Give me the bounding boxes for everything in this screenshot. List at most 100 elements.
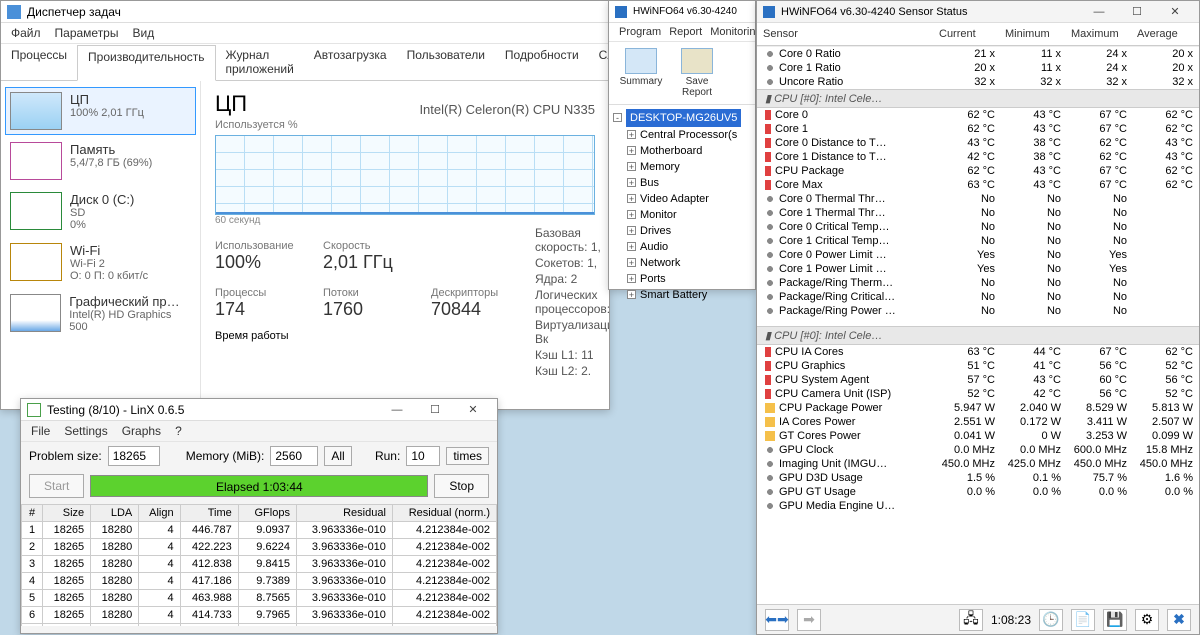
sensor-row[interactable]: Core 0 Distance to T…43 °C38 °C62 °C43 °… <box>757 136 1199 150</box>
copy-icon[interactable]: 📄 <box>1071 609 1095 631</box>
linx-col[interactable]: GFlops <box>238 505 296 522</box>
col-current[interactable]: Current <box>935 24 1001 44</box>
close-button[interactable]: ✕ <box>455 400 491 420</box>
network-icon[interactable]: 🖧 <box>959 609 983 631</box>
stop-button[interactable]: Stop <box>434 474 489 498</box>
sensor-row[interactable]: Imaging Unit (IMGU…450.0 MHz425.0 MHz450… <box>757 457 1199 471</box>
tab-details[interactable]: Подробности <box>495 44 589 80</box>
tree-node[interactable]: +Smart Battery <box>613 287 751 303</box>
all-button[interactable]: All <box>324 446 351 466</box>
sensor-row[interactable]: CPU Package62 °C43 °C67 °C62 °C <box>757 164 1199 178</box>
sens-max-button[interactable]: ☐ <box>1119 2 1155 22</box>
sensor-row[interactable]: Package/Ring Critical…NoNoNo <box>757 290 1199 304</box>
table-row[interactable]: 518265182804463.9888.75653.963336e-0104.… <box>22 590 497 607</box>
col-sensor[interactable]: Sensor <box>759 24 935 44</box>
tree-node[interactable]: +Monitor <box>613 207 751 223</box>
side-wifi[interactable]: Wi-Fi Wi-Fi 2 О: 0 П: 0 кбит/с <box>5 238 196 287</box>
table-row[interactable]: 618265182804414.7339.79653.963336e-0104.… <box>22 607 497 624</box>
sensor-row[interactable]: Core 1 Critical Temp…NoNoNo <box>757 234 1199 248</box>
sensor-row[interactable]: GPU Clock0.0 MHz0.0 MHz600.0 MHz15.8 MHz <box>757 443 1199 457</box>
summary-button[interactable]: Summary <box>617 48 665 98</box>
sensors-titlebar[interactable]: HWiNFO64 v6.30-4240 Sensor Status — ☐ ✕ <box>757 1 1199 23</box>
save-report-button[interactable]: Save Report <box>673 48 721 98</box>
table-row[interactable]: 218265182804422.2239.62243.963336e-0104.… <box>22 539 497 556</box>
sensor-row[interactable]: Core Max63 °C43 °C67 °C62 °C <box>757 178 1199 192</box>
tab-apphistory[interactable]: Журнал приложений <box>216 44 304 80</box>
sensor-row[interactable]: GT Cores Power0.041 W0 W3.253 W0.099 W <box>757 429 1199 443</box>
sensor-row[interactable]: CPU Graphics51 °C41 °C56 °C52 °C <box>757 359 1199 373</box>
sensor-row[interactable]: Core 0 Ratio21 x11 x24 x20 x <box>757 47 1199 61</box>
menu-view[interactable]: Вид <box>132 26 154 40</box>
sensor-row[interactable]: Package/Ring Therm…NoNoNo <box>757 276 1199 290</box>
taskmgr-titlebar[interactable]: Диспетчер задач <box>1 1 609 23</box>
tree-node[interactable]: +Drives <box>613 223 751 239</box>
sensor-row[interactable]: IA Cores Power2.551 W0.172 W3.411 W2.507… <box>757 415 1199 429</box>
sensor-row[interactable]: Core 0 Critical Temp…NoNoNo <box>757 220 1199 234</box>
tree-node[interactable]: +Network <box>613 255 751 271</box>
table-row[interactable]: 418265182804417.1869.73893.963336e-0104.… <box>22 573 497 590</box>
sensors-body[interactable]: Core 0 Ratio21 x11 x24 x20 xCore 1 Ratio… <box>757 46 1199 602</box>
hw-menu-program[interactable]: Program <box>619 26 661 38</box>
tree-root[interactable]: DESKTOP-MG26UV5 <box>626 109 741 127</box>
tab-performance[interactable]: Производительность <box>77 45 215 81</box>
sensor-row[interactable]: Core 0 Power Limit …YesNoYes <box>757 248 1199 262</box>
side-memory[interactable]: Память 5,4/7,8 ГБ (69%) <box>5 137 196 185</box>
sensor-row[interactable]: CPU System Agent57 °C43 °C60 °C56 °C <box>757 373 1199 387</box>
sensor-row[interactable]: Core 1 Power Limit …YesNoYes <box>757 262 1199 276</box>
tree-node[interactable]: +Ports <box>613 271 751 287</box>
linx-menu-settings[interactable]: Settings <box>64 424 107 438</box>
tree-node[interactable]: +Central Processor(s <box>613 127 751 143</box>
settings-icon[interactable]: ⚙ <box>1135 609 1159 631</box>
memory-input[interactable] <box>270 446 318 466</box>
sensor-row[interactable]: CPU IA Cores63 °C44 °C67 °C62 °C <box>757 345 1199 359</box>
col-max[interactable]: Maximum <box>1067 24 1133 44</box>
sensor-row[interactable]: GPU GT Usage0.0 %0.0 %0.0 %0.0 % <box>757 485 1199 499</box>
linx-col[interactable]: LDA <box>91 505 139 522</box>
sensor-row[interactable]: CPU Camera Unit (ISP)52 °C42 °C56 °C52 °… <box>757 387 1199 401</box>
save-icon[interactable]: 💾 <box>1103 609 1127 631</box>
sensor-row[interactable]: Core 1 Ratio20 x11 x24 x20 x <box>757 61 1199 75</box>
tree-node[interactable]: +Video Adapter <box>613 191 751 207</box>
linx-col[interactable]: Residual (norm.) <box>392 505 496 522</box>
sensor-row[interactable]: Core 1 Thermal Thr…NoNoNo <box>757 206 1199 220</box>
table-row[interactable]: 318265182804412.8389.84153.963336e-0104.… <box>22 556 497 573</box>
linx-titlebar[interactable]: Testing (8/10) - LinX 0.6.5 — ☐ ✕ <box>21 399 497 421</box>
menu-file[interactable]: Файл <box>11 26 41 40</box>
sensor-group[interactable]: ▮ CPU [#0]: Intel Cele… <box>757 89 1199 108</box>
tree-node[interactable]: +Bus <box>613 175 751 191</box>
clock-icon[interactable]: 🕒 <box>1039 609 1063 631</box>
linx-col[interactable]: Align <box>139 505 180 522</box>
linx-menu-graphs[interactable]: Graphs <box>122 424 161 438</box>
sensor-row[interactable]: Core 062 °C43 °C67 °C62 °C <box>757 108 1199 122</box>
tab-startup[interactable]: Автозагрузка <box>304 44 397 80</box>
nav-fwd-icon[interactable]: ➡ <box>797 609 821 631</box>
hw-menu-report[interactable]: Report <box>669 26 702 38</box>
linx-menu-help[interactable]: ? <box>175 424 182 438</box>
sensor-row[interactable]: Uncore Ratio32 x32 x32 x32 x <box>757 75 1199 89</box>
linx-col[interactable]: Time <box>180 505 238 522</box>
tree-node[interactable]: +Memory <box>613 159 751 175</box>
sens-min-button[interactable]: — <box>1081 2 1117 22</box>
problem-size-input[interactable] <box>108 446 160 466</box>
linx-menu-file[interactable]: File <box>31 424 50 438</box>
sens-close-button[interactable]: ✕ <box>1157 2 1193 22</box>
hwinfo-tree[interactable]: -DESKTOP-MG26UV5 +Central Processor(s+Mo… <box>609 105 755 307</box>
linx-col[interactable]: Size <box>43 505 91 522</box>
col-min[interactable]: Minimum <box>1001 24 1067 44</box>
start-button[interactable]: Start <box>29 474 84 498</box>
hwinfo-titlebar[interactable]: HWiNFO64 v6.30-4240 <box>609 1 755 23</box>
side-gpu[interactable]: Графический пр… Intel(R) HD Graphics 500 <box>5 289 196 338</box>
sensor-row[interactable]: GPU D3D Usage1.5 %0.1 %75.7 %1.6 % <box>757 471 1199 485</box>
sensor-row[interactable]: GPU Media Engine U… <box>757 499 1199 513</box>
sensor-group[interactable]: ▮ CPU [#0]: Intel Cele… <box>757 326 1199 345</box>
tab-processes[interactable]: Процессы <box>1 44 77 80</box>
sensor-row[interactable]: CPU Package Power5.947 W2.040 W8.529 W5.… <box>757 401 1199 415</box>
run-input[interactable] <box>406 446 440 466</box>
max-button[interactable]: ☐ <box>417 400 453 420</box>
linx-col[interactable]: # <box>22 505 43 522</box>
menu-options[interactable]: Параметры <box>55 26 119 40</box>
sensor-row[interactable]: Core 0 Thermal Thr…NoNoNo <box>757 192 1199 206</box>
sensor-row[interactable]: Core 1 Distance to T…42 °C38 °C62 °C43 °… <box>757 150 1199 164</box>
tree-node[interactable]: +Audio <box>613 239 751 255</box>
table-row[interactable]: 718265182804405.10810.02933.963336e-0104… <box>22 624 497 627</box>
